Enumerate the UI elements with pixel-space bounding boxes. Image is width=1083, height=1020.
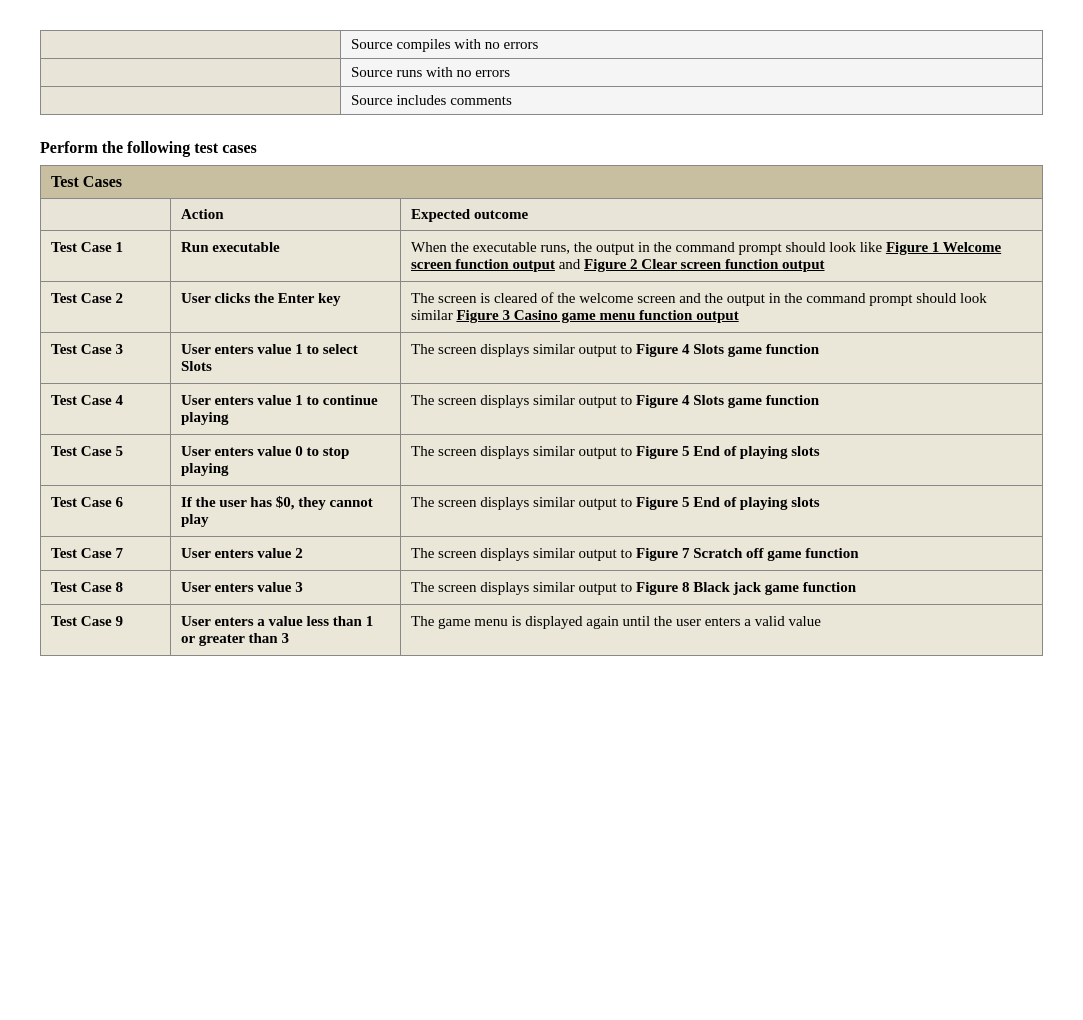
outcome-bold: Figure 2 Clear screen function output: [584, 256, 824, 272]
test-case-action: User enters value 1 to continue playing: [171, 384, 401, 435]
test-case-action: User enters a value less than 1 or great…: [171, 605, 401, 656]
test-case-label: Test Case 8: [41, 571, 171, 605]
table-row: Test Case 8 User enters value 3 The scre…: [41, 571, 1043, 605]
test-case-label: Test Case 5: [41, 435, 171, 486]
test-case-action: User enters value 2: [171, 537, 401, 571]
outcome-bold: Figure 4 Slots game function: [636, 392, 819, 408]
test-case-outcome: The screen displays similar output to Fi…: [401, 384, 1043, 435]
test-case-outcome: The screen displays similar output to Fi…: [401, 435, 1043, 486]
test-case-label: Test Case 9: [41, 605, 171, 656]
test-case-action: Run executable: [171, 231, 401, 282]
top-requirements-table: Source compiles with no errors Source ru…: [40, 30, 1043, 115]
test-case-label: Test Case 4: [41, 384, 171, 435]
test-case-action: User enters value 1 to select Slots: [171, 333, 401, 384]
test-case-outcome: The screen displays similar output to Fi…: [401, 333, 1043, 384]
col-header-3: Expected outcome: [401, 199, 1043, 231]
table-row: Test Case 6 If the user has $0, they can…: [41, 486, 1043, 537]
left-cell: [41, 31, 341, 59]
test-case-outcome: When the executable runs, the output in …: [401, 231, 1043, 282]
outcome-bold: Figure 8 Black jack game function: [636, 579, 856, 595]
test-case-outcome: The game menu is displayed again until t…: [401, 605, 1043, 656]
test-case-label: Test Case 1: [41, 231, 171, 282]
test-case-label: Test Case 7: [41, 537, 171, 571]
table-row: Test Case 9 User enters a value less tha…: [41, 605, 1043, 656]
test-case-action: User enters value 0 to stop playing: [171, 435, 401, 486]
test-case-outcome: The screen displays similar output to Fi…: [401, 486, 1043, 537]
outcome-bold: Figure 5 End of playing slots: [636, 443, 820, 459]
test-case-label: Test Case 3: [41, 333, 171, 384]
table-row: Test Case 4 User enters value 1 to conti…: [41, 384, 1043, 435]
right-cell: Source includes comments: [341, 87, 1043, 115]
table-row: Source compiles with no errors: [41, 31, 1043, 59]
table-row: Test Case 1 Run executable When the exec…: [41, 231, 1043, 282]
right-cell: Source compiles with no errors: [341, 31, 1043, 59]
table-row: Test Case 7 User enters value 2 The scre…: [41, 537, 1043, 571]
test-case-outcome: The screen is cleared of the welcome scr…: [401, 282, 1043, 333]
outcome-bold: Figure 4 Slots game function: [636, 341, 819, 357]
section-heading: Perform the following test cases: [40, 139, 1043, 157]
table-main-header: Test Cases: [41, 166, 1043, 199]
test-case-label: Test Case 2: [41, 282, 171, 333]
table-row: Test Case 2 User clicks the Enter key Th…: [41, 282, 1043, 333]
test-cases-table: Test Cases Action Expected outcome Test …: [40, 165, 1043, 656]
left-cell: [41, 87, 341, 115]
col-header-1: [41, 199, 171, 231]
left-cell: [41, 59, 341, 87]
table-row: Source includes comments: [41, 87, 1043, 115]
outcome-bold: Figure 3 Casino game menu function outpu…: [456, 307, 738, 323]
test-case-label: Test Case 6: [41, 486, 171, 537]
table-header-row: Test Cases: [41, 166, 1043, 199]
test-case-action: If the user has $0, they cannot play: [171, 486, 401, 537]
column-headers-row: Action Expected outcome: [41, 199, 1043, 231]
table-row: Source runs with no errors: [41, 59, 1043, 87]
outcome-bold: Figure 5 End of playing slots: [636, 494, 820, 510]
table-row: Test Case 3 User enters value 1 to selec…: [41, 333, 1043, 384]
table-row: Test Case 5 User enters value 0 to stop …: [41, 435, 1043, 486]
test-case-action: User enters value 3: [171, 571, 401, 605]
test-case-action: User clicks the Enter key: [171, 282, 401, 333]
outcome-bold: Figure 7 Scratch off game function: [636, 545, 859, 561]
col-header-2: Action: [171, 199, 401, 231]
test-case-outcome: The screen displays similar output to Fi…: [401, 571, 1043, 605]
right-cell: Source runs with no errors: [341, 59, 1043, 87]
test-case-outcome: The screen displays similar output to Fi…: [401, 537, 1043, 571]
